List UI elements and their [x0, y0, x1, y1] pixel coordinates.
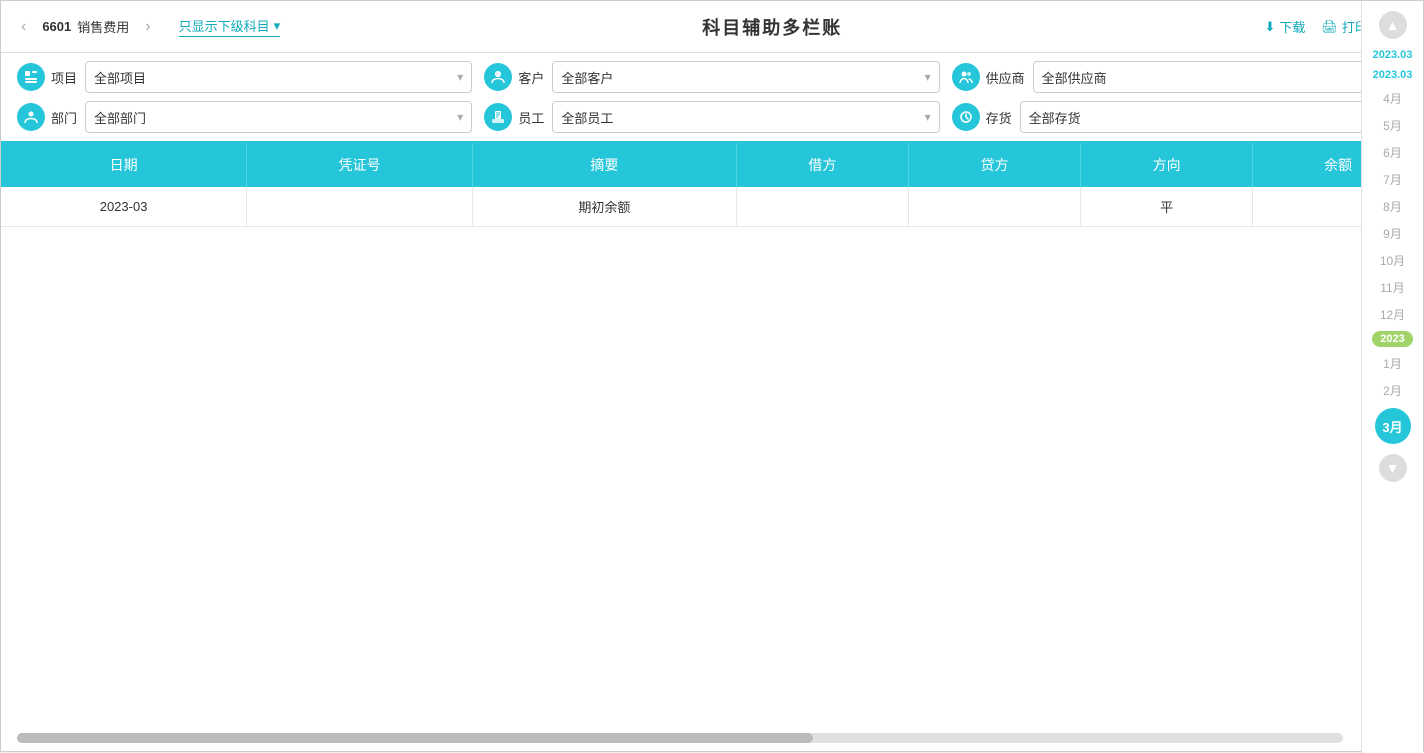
- timeline-item-9[interactable]: 9月: [1362, 220, 1423, 247]
- table-container: 日期 凭证号 摘要 借方 贷方 方向 余额 2023-03 期初余额 平: [1, 141, 1423, 227]
- bottom-scrollbar[interactable]: [17, 733, 1343, 743]
- timeline-item-1[interactable]: 1月: [1362, 350, 1423, 377]
- filter-department-row: 部门 全部部门 ▾: [17, 101, 472, 133]
- project-select-value: 全部项目: [94, 68, 146, 87]
- project-select[interactable]: 全部项目 ▾: [85, 61, 472, 93]
- department-chevron-icon: ▾: [457, 110, 463, 124]
- cell-summary: 期初余额: [472, 187, 736, 227]
- department-select-value: 全部部门: [94, 108, 146, 127]
- customer-chevron-icon: ▾: [925, 70, 931, 84]
- timeline-item-3-active[interactable]: 3月: [1375, 408, 1411, 444]
- timeline-item-2[interactable]: 2月: [1362, 377, 1423, 404]
- filter-employee-label: 员工: [484, 103, 544, 131]
- customer-label-text: 客户: [518, 68, 544, 87]
- stock-label-text: 存货: [986, 108, 1012, 127]
- col-date: 日期: [1, 143, 247, 187]
- filter-supplier-row: 供应商 全部供应商 ▾: [952, 61, 1407, 93]
- supplier-icon: [952, 63, 980, 91]
- top-bar: ‹ 6601 销售费用 › 只显示下级科目 ▾ 科目辅助多栏账 ⬇ 下载 🖨 打…: [1, 1, 1423, 53]
- timeline-item-4[interactable]: 4月: [1362, 85, 1423, 112]
- employee-icon: [484, 103, 512, 131]
- scrollbar-thumb: [17, 733, 813, 743]
- supplier-label-text: 供应商: [986, 68, 1025, 87]
- employee-chevron-icon: ▾: [925, 110, 931, 124]
- data-table: 日期 凭证号 摘要 借方 贷方 方向 余额 2023-03 期初余额 平: [1, 143, 1423, 227]
- employee-select-value: 全部员工: [561, 108, 613, 127]
- department-select[interactable]: 全部部门 ▾: [85, 101, 472, 133]
- customer-select-value: 全部客户: [561, 68, 613, 87]
- timeline-item-12[interactable]: 12月: [1362, 301, 1423, 328]
- project-chevron-icon: ▾: [457, 70, 463, 84]
- stock-select-value: 全部存货: [1029, 108, 1081, 127]
- nav-prev-btn[interactable]: ‹: [17, 16, 30, 38]
- timeline-year-badge-2023[interactable]: 2023: [1372, 331, 1412, 347]
- timeline-item-11[interactable]: 11月: [1362, 274, 1423, 301]
- download-icon: ⬇: [1264, 19, 1275, 35]
- cell-voucher: [247, 187, 473, 227]
- col-voucher: 凭证号: [247, 143, 473, 187]
- timeline-item-8[interactable]: 8月: [1362, 193, 1423, 220]
- timeline-item-2023-03-1[interactable]: 2023.03: [1362, 45, 1423, 65]
- main-window: ‹ 6601 销售费用 › 只显示下级科目 ▾ 科目辅助多栏账 ⬇ 下载 🖨 打…: [0, 0, 1424, 752]
- col-summary: 摘要: [472, 143, 736, 187]
- filter-employee-row: 员工 全部员工 ▾: [484, 101, 939, 133]
- show-sub-chevron-icon: ▾: [274, 18, 281, 34]
- department-label-text: 部门: [51, 108, 77, 127]
- timeline-up-button[interactable]: ▲: [1379, 11, 1407, 39]
- print-icon: 🖨: [1321, 19, 1338, 35]
- timeline-item-6[interactable]: 6月: [1362, 139, 1423, 166]
- timeline-down-button[interactable]: ▼: [1379, 454, 1407, 482]
- nav-next-btn[interactable]: ›: [141, 16, 154, 38]
- supplier-select-value: 全部供应商: [1042, 68, 1107, 87]
- page-title: 科目辅助多栏账: [292, 14, 1252, 40]
- timeline-item-2023-03-2[interactable]: 2023.03: [1362, 65, 1423, 85]
- filter-project-row: 项目 全部项目 ▾: [17, 61, 472, 93]
- stock-select[interactable]: 全部存货 ▾: [1020, 101, 1407, 133]
- account-code: 6601: [42, 19, 71, 34]
- filter-project-label: 项目: [17, 63, 77, 91]
- show-sub-button[interactable]: 只显示下级科目 ▾: [179, 16, 281, 37]
- account-name-box: 6601 销售费用: [42, 17, 129, 36]
- filter-customer-row: 客户 全部客户 ▾: [484, 61, 939, 93]
- department-icon: [17, 103, 45, 131]
- filter-bar: 项目 全部项目 ▾ 客户 全部客户 ▾: [1, 53, 1423, 141]
- supplier-select[interactable]: 全部供应商 ▾: [1033, 61, 1407, 93]
- download-label: 下载: [1279, 17, 1305, 36]
- cell-direction: 平: [1081, 187, 1253, 227]
- project-icon: [17, 63, 45, 91]
- cell-debit: [736, 187, 908, 227]
- download-button[interactable]: ⬇ 下载: [1264, 17, 1305, 36]
- filter-stock-label: 存货: [952, 103, 1012, 131]
- employee-label-text: 员工: [518, 108, 544, 127]
- filter-customer-label: 客户: [484, 63, 544, 91]
- cell-date: 2023-03: [1, 187, 247, 227]
- timeline-item-10[interactable]: 10月: [1362, 247, 1423, 274]
- col-direction: 方向: [1081, 143, 1253, 187]
- col-credit: 贷方: [908, 143, 1080, 187]
- show-sub-label: 只显示下级科目: [179, 16, 270, 35]
- project-label-text: 项目: [51, 68, 77, 87]
- table-header-row: 日期 凭证号 摘要 借方 贷方 方向 余额: [1, 143, 1423, 187]
- timeline-item-5[interactable]: 5月: [1362, 112, 1423, 139]
- col-debit: 借方: [736, 143, 908, 187]
- filter-supplier-label: 供应商: [952, 63, 1025, 91]
- timeline-item-7[interactable]: 7月: [1362, 166, 1423, 193]
- account-name: 销售费用: [77, 17, 129, 36]
- table-row: 2023-03 期初余额 平: [1, 187, 1423, 227]
- cell-credit: [908, 187, 1080, 227]
- customer-icon: [484, 63, 512, 91]
- side-timeline: ▲ 2023.03 2023.03 4月 5月 6月 7月 8月 9月 10月 …: [1361, 1, 1423, 753]
- filter-department-label: 部门: [17, 103, 77, 131]
- customer-select[interactable]: 全部客户 ▾: [552, 61, 939, 93]
- filter-stock-row: 存货 全部存货 ▾: [952, 101, 1407, 133]
- employee-select[interactable]: 全部员工 ▾: [552, 101, 939, 133]
- stock-icon: [952, 103, 980, 131]
